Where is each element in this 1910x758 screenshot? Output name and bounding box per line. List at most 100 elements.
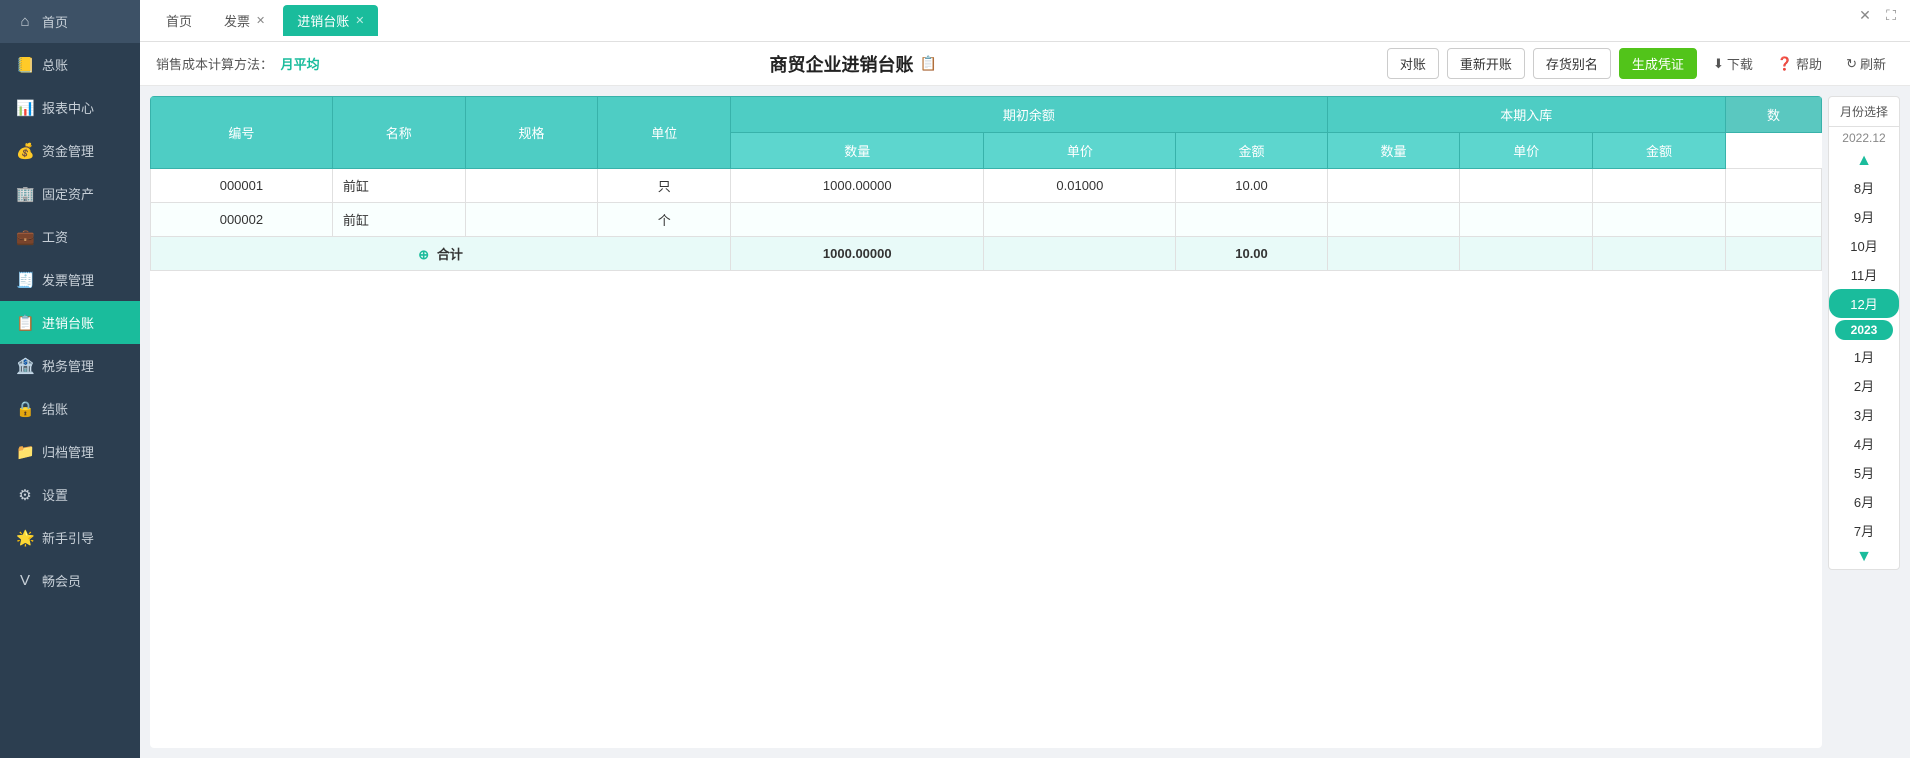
month-item-11[interactable]: 11月	[1829, 260, 1899, 289]
cell-name: 前缸	[332, 203, 465, 237]
cell-more	[1725, 169, 1821, 203]
cell-open-qty: 1000.00000	[731, 169, 984, 203]
total-in-price	[1460, 237, 1593, 271]
sidebar-item-guide[interactable]: 🌟新手引导	[0, 516, 140, 559]
cell-open-qty	[731, 203, 984, 237]
refresh-button[interactable]: ↻ 刷新	[1838, 50, 1894, 77]
year-2023-label: 2023	[1835, 320, 1893, 340]
sidebar-icon-salary: 💼	[16, 228, 34, 246]
sidebar-label-salary: 工资	[42, 227, 68, 246]
cell-in-qty	[1327, 203, 1460, 237]
sidebar-icon-ledger: 📒	[16, 56, 34, 74]
sidebar-item-member[interactable]: V 畅会员	[0, 559, 140, 602]
sidebar-item-reports[interactable]: 📊报表中心	[0, 86, 140, 129]
sidebar-label-archive: 归档管理	[42, 442, 94, 461]
sidebar-item-home[interactable]: ⌂首页	[0, 0, 140, 43]
month-item-2023-1[interactable]: 1月	[1829, 342, 1899, 371]
tab-purchase-sale[interactable]: 进销台账 ✕	[283, 5, 378, 36]
help-button[interactable]: ❓ 帮助	[1769, 50, 1830, 77]
month-nav-down[interactable]: ▼	[1829, 545, 1899, 569]
table-container: 编号 名称 规格 单位 期初余额 本期入库 数 数量 单价 金额 数量 单价	[150, 96, 1822, 748]
sidebar-icon-invoice-mgmt: 🧾	[16, 271, 34, 289]
current-year-label: 2022.12	[1829, 127, 1899, 149]
sidebar-icon-assets: 🏢	[16, 185, 34, 203]
generate-voucher-button[interactable]: 生成凭证	[1619, 48, 1697, 79]
cell-unit: 个	[598, 203, 731, 237]
month-item-2023-5[interactable]: 5月	[1829, 458, 1899, 487]
month-item-8[interactable]: 8月	[1829, 173, 1899, 202]
cell-in-amount	[1593, 203, 1726, 237]
sidebar-item-assets[interactable]: 🏢 固定资产	[0, 172, 140, 215]
cell-id: 000001	[151, 169, 333, 203]
purchase-sale-table: 编号 名称 规格 单位 期初余额 本期入库 数 数量 单价 金额 数量 单价	[150, 96, 1822, 271]
tab-home[interactable]: 首页	[152, 5, 206, 36]
month-panel-title: 月份选择	[1829, 97, 1899, 127]
cell-open-price: 0.01000	[984, 169, 1176, 203]
total-open-qty: 1000.00000	[731, 237, 984, 271]
cell-id: 000002	[151, 203, 333, 237]
sidebar-item-archive[interactable]: 📁归档管理	[0, 430, 140, 473]
sidebar-item-salary[interactable]: 💼 工资	[0, 215, 140, 258]
sidebar-label-reports: 报表中心	[42, 98, 94, 117]
month-item-12[interactable]: 12月	[1829, 289, 1899, 318]
tab-close-purchase-sale[interactable]: ✕	[355, 14, 364, 27]
sidebar-icon-guide: 🌟	[16, 529, 34, 547]
refresh-icon: ↻	[1846, 56, 1857, 72]
month-item-10[interactable]: 10月	[1829, 231, 1899, 260]
month-item-2023-7[interactable]: 7月	[1829, 516, 1899, 545]
sidebar-item-tax[interactable]: 🏦税务管理	[0, 344, 140, 387]
month-item-2023-3[interactable]: 3月	[1829, 400, 1899, 429]
window-controls: ✕ ⛶	[1856, 6, 1900, 24]
help-icon: ❓	[1777, 56, 1793, 72]
month-item-2023-4[interactable]: 4月	[1829, 429, 1899, 458]
tab-label-purchase-sale: 进销台账	[297, 11, 349, 30]
maximize-button[interactable]: ⛶	[1882, 6, 1900, 24]
cell-open-amount: 10.00	[1176, 169, 1327, 203]
col-id-header: 编号	[151, 97, 333, 169]
sidebar-item-purchase-sale[interactable]: 📋进销台账	[0, 301, 140, 344]
tab-label-invoice: 发票	[224, 11, 250, 30]
sidebar-item-closing[interactable]: 🔒结账	[0, 387, 140, 430]
month-nav-up[interactable]: ▲	[1829, 149, 1899, 173]
cost-method-label: 销售成本计算方法： 月平均	[156, 54, 320, 73]
table-header-row: 编号 名称 规格 单位 期初余额 本期入库 数	[151, 97, 1822, 133]
sidebar-item-funds[interactable]: 💰资金管理	[0, 129, 140, 172]
close-button[interactable]: ✕	[1856, 6, 1874, 24]
sidebar-item-invoice-mgmt[interactable]: 🧾发票管理	[0, 258, 140, 301]
month-item-2023-2[interactable]: 2月	[1829, 371, 1899, 400]
reconcile-button[interactable]: 对账	[1387, 48, 1439, 79]
cost-label-text: 销售成本计算方法：	[156, 57, 273, 72]
reopen-button[interactable]: 重新开账	[1447, 48, 1525, 79]
sidebar-item-settings[interactable]: ⚙设置	[0, 473, 140, 516]
download-button[interactable]: ⬇ 下载	[1705, 50, 1761, 77]
save-alias-button[interactable]: 存货别名	[1533, 48, 1611, 79]
sidebar-icon-funds: 💰	[16, 142, 34, 160]
cell-spec	[465, 169, 598, 203]
sidebar-icon-closing: 🔒	[16, 400, 34, 418]
month-item-2023-6[interactable]: 6月	[1829, 487, 1899, 516]
sidebar-label-member: 畅会员	[42, 571, 81, 590]
col-open-price-header: 单价	[984, 133, 1176, 169]
sidebar-item-ledger[interactable]: 📒 总账	[0, 43, 140, 86]
tab-close-invoice[interactable]: ✕	[256, 14, 265, 27]
sidebar-label-assets: 固定资产	[42, 184, 94, 203]
cell-open-price	[984, 203, 1176, 237]
col-in-amount-header: 金额	[1593, 133, 1726, 169]
sidebar-label-settings: 设置	[42, 485, 68, 504]
sidebar-icon-tax: 🏦	[16, 357, 34, 375]
sidebar-icon-member: V	[16, 572, 34, 589]
total-open-price	[984, 237, 1176, 271]
cell-unit: 只	[598, 169, 731, 203]
cell-in-price	[1460, 169, 1593, 203]
sidebar-label-ledger: 总账	[42, 55, 68, 74]
col-open-amount-header: 金额	[1176, 133, 1327, 169]
total-in-qty	[1327, 237, 1460, 271]
tab-invoice[interactable]: 发票 ✕	[210, 5, 279, 36]
col-in-qty-header: 数量	[1327, 133, 1460, 169]
total-in-amount	[1593, 237, 1726, 271]
month-item-9[interactable]: 9月	[1829, 202, 1899, 231]
content-area: 编号 名称 规格 单位 期初余额 本期入库 数 数量 单价 金额 数量 单价	[140, 86, 1910, 758]
cell-name: 前缸	[332, 169, 465, 203]
col-name-header: 名称	[332, 97, 465, 169]
tab-bar: 首页发票 ✕ 进销台账 ✕	[140, 0, 1910, 42]
